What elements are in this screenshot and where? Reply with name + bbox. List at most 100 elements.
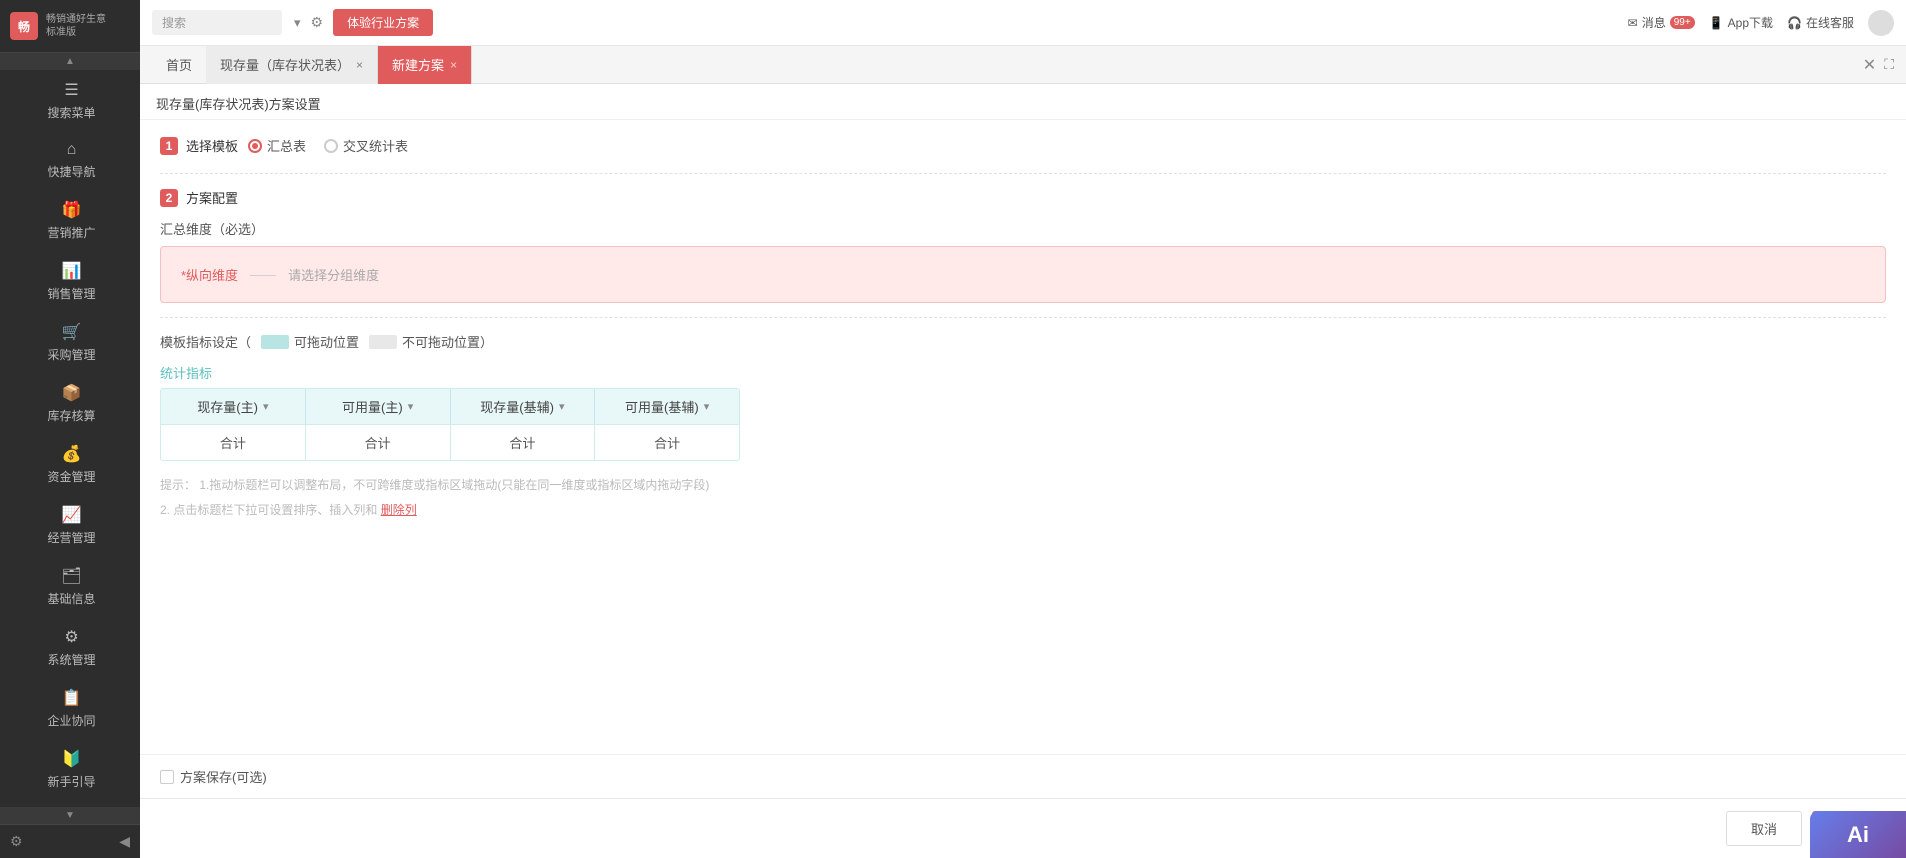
app-download-button[interactable]: 📱 App下载	[1709, 14, 1773, 31]
stats-cell-3: 合计	[595, 425, 739, 460]
dimension-required-label: *纵向维度	[181, 265, 238, 284]
system-icon: ⚙	[64, 627, 78, 647]
template-radio-group: 汇总表 交叉统计表	[248, 136, 408, 155]
sidebar-item-marketing[interactable]: 🎁 营销推广	[0, 190, 140, 251]
stats-cell-0: 合计	[161, 425, 306, 460]
stats-col-available-main[interactable]: 可用量(主) ▾	[306, 389, 451, 424]
tip1: 提示： 1.拖动标题栏可以调整布局，不可跨维度或指标区域拖动(只能在同一维度或指…	[160, 475, 1886, 497]
tab-inventory-status-close[interactable]: ×	[356, 58, 363, 72]
stats-col-current-aux[interactable]: 现存量(基辅) ▾	[451, 389, 596, 424]
step1-header: 1 选择模板 汇总表 交叉统计表	[160, 136, 1886, 155]
sidebar-settings-button[interactable]: ⚙	[10, 833, 23, 850]
sidebar-item-finance[interactable]: 💰 资金管理	[0, 434, 140, 495]
tab-new-plan[interactable]: 新建方案 ×	[378, 46, 472, 84]
sidebar-collapse-button[interactable]: ◀	[119, 833, 130, 850]
tip2-link[interactable]: 删除列	[381, 503, 417, 517]
app-name: 畅销通好生意 标准版	[46, 13, 106, 39]
col3-chevron[interactable]: ▾	[704, 400, 710, 413]
user-avatar[interactable]	[1868, 10, 1894, 36]
col1-chevron[interactable]: ▾	[408, 400, 414, 413]
sales-icon: 📊	[62, 261, 82, 281]
dimension-label: 汇总维度（必选）	[160, 219, 1886, 238]
dimension-required-area[interactable]: *纵向维度 —— 请选择分组维度	[160, 246, 1886, 303]
window-expand-button[interactable]: ⛶	[1884, 56, 1894, 73]
footer-bar: 取消 查询	[140, 798, 1906, 858]
sidebar-item-search-menu[interactable]: ☰ 搜索菜单	[0, 70, 140, 131]
app-logo-icon: 畅	[10, 12, 38, 40]
stats-table-row: 合计 合计 合计 合计	[161, 424, 739, 460]
dimension-placeholder: 请选择分组维度	[288, 265, 379, 284]
stats-col-available-aux[interactable]: 可用量(基辅) ▾	[595, 389, 739, 424]
sidebar-item-new-guide[interactable]: 🔰 新手引导	[0, 739, 140, 800]
topbar-dropdown-icon[interactable]: ▾	[294, 15, 301, 31]
topbar-gear-icon[interactable]: ⚙	[311, 14, 324, 31]
save-label: 方案保存(可选)	[180, 767, 267, 786]
radio-summary-dot	[248, 139, 262, 153]
sidebar-item-sales[interactable]: 📊 销售管理	[0, 251, 140, 312]
stats-section-label: 统计指标	[160, 363, 1886, 382]
enterprise-icon: 📋	[62, 688, 82, 708]
message-badge: 99+	[1670, 16, 1695, 29]
tip2: 2. 点击标题栏下拉可设置排序、插入列和 删除列	[160, 500, 1886, 522]
basic-info-icon: 🗂	[61, 566, 81, 586]
step1-section: 1 选择模板 汇总表 交叉统计表	[160, 136, 1886, 155]
sidebar-scroll-up[interactable]: ▲	[0, 53, 140, 70]
stats-table-header: 现存量(主) ▾ 可用量(主) ▾ 现存量(基辅) ▾ 可用量(基辅)	[161, 389, 739, 424]
ai-badge[interactable]: Ai	[1810, 811, 1906, 858]
sidebar-item-quick-nav[interactable]: ⌂ 快捷导航	[0, 131, 140, 190]
sidebar-item-inventory[interactable]: 📦 库存核算	[0, 373, 140, 434]
inventory-icon: 📦	[62, 383, 82, 403]
tips-section: 提示： 1.拖动标题栏可以调整布局，不可跨维度或指标区域拖动(只能在同一维度或指…	[160, 475, 1886, 521]
operations-icon: 📈	[62, 505, 82, 525]
save-option: 方案保存(可选)	[140, 754, 1906, 798]
col2-chevron[interactable]: ▾	[559, 400, 565, 413]
sidebar-item-enterprise[interactable]: 📋 企业协同	[0, 678, 140, 739]
no-drag-label: 不可拖动位置）	[402, 332, 493, 351]
page-title: 现存量(库存状况表)方案设置	[156, 94, 321, 113]
step1-badge: 1	[160, 137, 178, 155]
step2-header: 2 方案配置	[160, 188, 1886, 207]
sidebar-item-operations[interactable]: 📈 经营管理	[0, 495, 140, 556]
draggable-indicator: 可拖动位置	[261, 332, 359, 351]
tab-home[interactable]: 首页	[152, 46, 206, 84]
sidebar-item-system[interactable]: ⚙ 系统管理	[0, 617, 140, 678]
tabs-bar: 首页 现存量（库存状况表） × 新建方案 × ✕ ⛶	[140, 46, 1906, 84]
stats-cell-1: 合计	[306, 425, 451, 460]
sidebar-scroll-down[interactable]: ▼	[0, 807, 140, 824]
dimension-dash: ——	[250, 267, 276, 282]
template-indicator: 模板指标设定（ 可拖动位置 不可拖动位置）	[160, 332, 1886, 351]
message-icon: ✉	[1628, 16, 1638, 30]
sidebar-logo: 畅 畅销通好生意 标准版	[0, 0, 140, 53]
sidebar-item-app-center[interactable]: 📱 应用中心	[0, 800, 140, 807]
no-drag-box	[369, 335, 397, 349]
quick-nav-icon: ⌂	[67, 141, 77, 159]
page-content: 现存量(库存状况表)方案设置 1 选择模板 汇总表 交叉统计表	[140, 84, 1906, 858]
tab-new-plan-close[interactable]: ×	[450, 58, 457, 72]
sidebar-item-purchase[interactable]: 🛒 采购管理	[0, 312, 140, 373]
message-button[interactable]: ✉ 消息 99+	[1628, 14, 1695, 31]
stats-col-current-main[interactable]: 现存量(主) ▾	[161, 389, 306, 424]
drag-label: 可拖动位置	[294, 332, 359, 351]
sidebar-item-basic-info[interactable]: 🗂 基础信息	[0, 556, 140, 617]
tab-inventory-status[interactable]: 现存量（库存状况表） ×	[206, 46, 378, 84]
col0-chevron[interactable]: ▾	[263, 400, 269, 413]
main-area: 搜索 ▾ ⚙ 体验行业方案 ✉ 消息 99+ 📱 App下载 🎧 在线客服 首页	[140, 0, 1906, 858]
trial-button[interactable]: 体验行业方案	[333, 9, 433, 36]
topbar: 搜索 ▾ ⚙ 体验行业方案 ✉ 消息 99+ 📱 App下载 🎧 在线客服	[140, 0, 1906, 46]
tips-prefix: 提示：	[160, 478, 196, 492]
stats-table: 现存量(主) ▾ 可用量(主) ▾ 现存量(基辅) ▾ 可用量(基辅)	[160, 388, 740, 461]
radio-summary[interactable]: 汇总表	[248, 136, 306, 155]
new-guide-icon: 🔰	[62, 749, 82, 769]
topbar-right: ✉ 消息 99+ 📱 App下载 🎧 在线客服	[1628, 10, 1894, 36]
cancel-button[interactable]: 取消	[1726, 811, 1802, 846]
window-close-button[interactable]: ✕	[1863, 55, 1876, 75]
customer-service-button[interactable]: 🎧 在线客服	[1787, 14, 1854, 31]
save-checkbox[interactable]	[160, 770, 174, 784]
stats-cell-2: 合计	[451, 425, 596, 460]
topbar-search-display: 搜索	[152, 10, 282, 35]
no-drag-indicator: 不可拖动位置）	[369, 332, 493, 351]
purchase-icon: 🛒	[62, 322, 82, 342]
sidebar: 畅 畅销通好生意 标准版 ▲ ☰ 搜索菜单 ⌂ 快捷导航 🎁 营销推广 📊 销售…	[0, 0, 140, 858]
sidebar-nav: ☰ 搜索菜单 ⌂ 快捷导航 🎁 营销推广 📊 销售管理 🛒 采购管理 📦 库存核…	[0, 70, 140, 807]
radio-cross[interactable]: 交叉统计表	[324, 136, 408, 155]
